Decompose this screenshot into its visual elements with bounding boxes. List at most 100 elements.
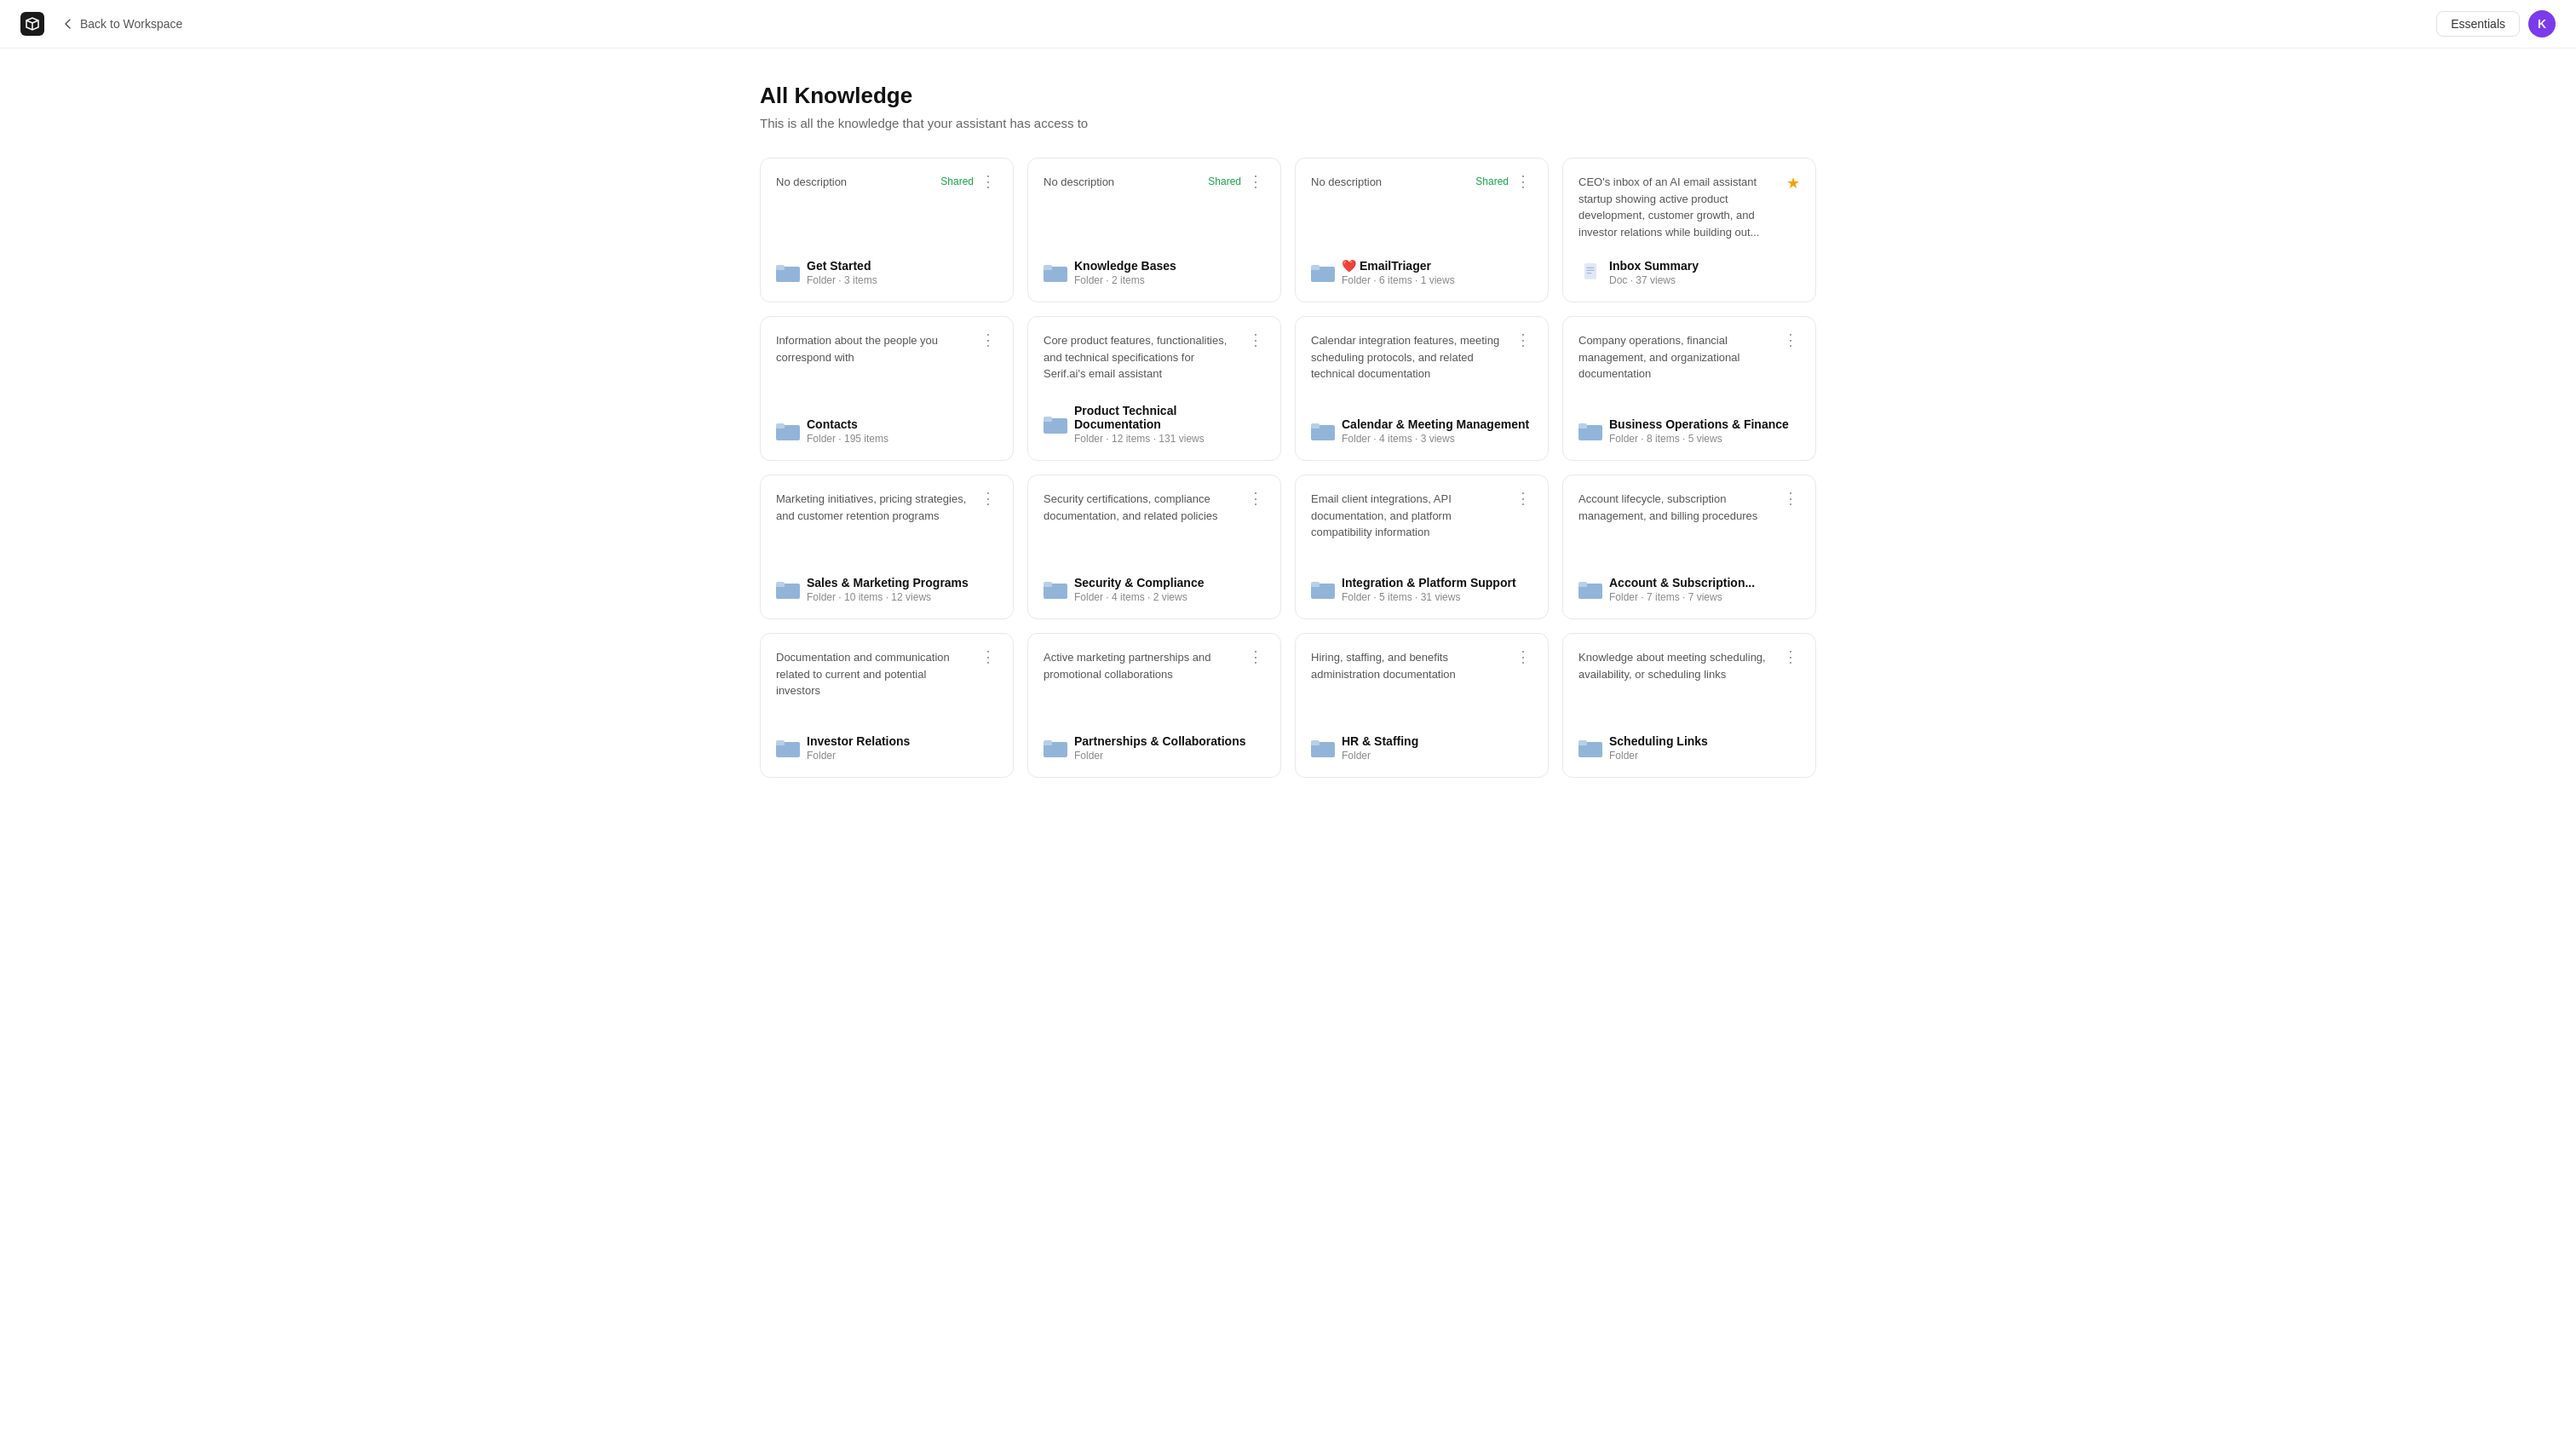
card-actions: ★ (1786, 174, 1800, 193)
folder-icon (1578, 422, 1602, 440)
card-bottom: Partnerships & Collaborations Folder (1044, 734, 1265, 762)
card-info: Contacts Folder · 195 items (807, 417, 888, 445)
card-actions: Shared ⋮ (940, 174, 998, 189)
card-product-technical-documentation[interactable]: Core product features, functionalities, … (1027, 316, 1281, 461)
card-top: Hiring, staffing, and benefits administr… (1311, 649, 1532, 682)
more-menu-icon[interactable]: ⋮ (1781, 649, 1800, 664)
card-actions: ⋮ (1246, 332, 1265, 348)
card-bottom: HR & Staffing Folder (1311, 734, 1532, 762)
folder-icon (1578, 580, 1602, 599)
more-menu-icon[interactable]: ⋮ (979, 649, 998, 664)
card-email-triager[interactable]: No description Shared ⋮ ❤️ EmailTriager … (1295, 158, 1549, 302)
card-inbox-summary[interactable]: CEO's inbox of an AI email assistant sta… (1562, 158, 1816, 302)
card-info: HR & Staffing Folder (1342, 734, 1418, 762)
card-description: CEO's inbox of an AI email assistant sta… (1578, 174, 1786, 240)
shared-badge: Shared (1475, 175, 1509, 187)
card-meta: Folder · 7 items · 7 views (1609, 591, 1755, 603)
more-menu-icon[interactable]: ⋮ (1246, 649, 1265, 664)
more-menu-icon[interactable]: ⋮ (1246, 332, 1265, 348)
card-name: Business Operations & Finance (1609, 417, 1789, 431)
folder-icon (1311, 422, 1335, 440)
card-top: No description Shared ⋮ (776, 174, 998, 191)
card-name: Sales & Marketing Programs (807, 576, 969, 589)
card-bottom: ❤️ EmailTriager Folder · 6 items · 1 vie… (1311, 259, 1532, 286)
card-top: Account lifecycle, subscription manageme… (1578, 491, 1800, 524)
card-meta: Folder (807, 750, 910, 762)
card-calendar-meeting-management[interactable]: Calendar integration features, meeting s… (1295, 316, 1549, 461)
avatar[interactable]: K (2528, 10, 2556, 37)
more-menu-icon[interactable]: ⋮ (1781, 332, 1800, 348)
card-meta: Folder · 4 items · 3 views (1342, 433, 1529, 445)
card-meta: Folder · 195 items (807, 433, 888, 445)
svg-rect-22 (1311, 423, 1320, 427)
card-name: Account & Subscription... (1609, 576, 1755, 589)
card-name: Inbox Summary (1609, 259, 1699, 273)
card-knowledge-bases[interactable]: No description Shared ⋮ Knowledge Bases … (1027, 158, 1281, 302)
app-header: Back to Workspace Essentials K (0, 0, 2576, 49)
folder-icon (1044, 739, 1067, 757)
more-menu-icon[interactable]: ⋮ (979, 332, 998, 348)
card-actions: Shared ⋮ (1208, 174, 1265, 189)
card-info: Scheduling Links Folder (1609, 734, 1708, 762)
card-actions: ⋮ (1514, 491, 1532, 506)
more-menu-icon[interactable]: ⋮ (1514, 491, 1532, 506)
card-security-compliance[interactable]: Security certifications, compliance docu… (1027, 474, 1281, 619)
card-name: Calendar & Meeting Management (1342, 417, 1529, 431)
card-business-operations-finance[interactable]: Company operations, financial management… (1562, 316, 1816, 461)
card-top: Marketing initiatives, pricing strategie… (776, 491, 998, 524)
essentials-button[interactable]: Essentials (2436, 11, 2520, 37)
card-partnerships-collaborations[interactable]: Active marketing partnerships and promot… (1027, 633, 1281, 778)
card-info: Investor Relations Folder (807, 734, 910, 762)
svg-rect-46 (1311, 740, 1320, 744)
more-menu-icon[interactable]: ⋮ (1246, 491, 1265, 506)
card-description: Company operations, financial management… (1578, 332, 1781, 382)
card-info: Account & Subscription... Folder · 7 ite… (1609, 576, 1755, 603)
card-sales-marketing-programs[interactable]: Marketing initiatives, pricing strategie… (760, 474, 1014, 619)
svg-rect-34 (1311, 582, 1320, 585)
card-get-started[interactable]: No description Shared ⋮ Get Started Fold… (760, 158, 1014, 302)
card-actions: ⋮ (1514, 649, 1532, 664)
card-bottom: Inbox Summary Doc · 37 views (1578, 259, 1800, 286)
card-top: No description Shared ⋮ (1044, 174, 1265, 191)
shared-badge: Shared (1208, 175, 1241, 187)
card-hr-staffing[interactable]: Hiring, staffing, and benefits administr… (1295, 633, 1549, 778)
back-button[interactable]: Back to Workspace (55, 14, 189, 34)
back-label: Back to Workspace (80, 17, 182, 31)
more-menu-icon[interactable]: ⋮ (1514, 174, 1532, 189)
folder-icon (1044, 415, 1067, 434)
card-description: Core product features, functionalities, … (1044, 332, 1246, 382)
card-info: ❤️ EmailTriager Folder · 6 items · 1 vie… (1342, 259, 1455, 286)
more-menu-icon[interactable]: ⋮ (1246, 174, 1265, 189)
card-meta: Folder · 6 items · 1 views (1342, 274, 1455, 286)
card-info: Inbox Summary Doc · 37 views (1609, 259, 1699, 286)
card-description: Documentation and communication related … (776, 649, 979, 699)
card-info: Calendar & Meeting Management Folder · 4… (1342, 417, 1529, 445)
card-investor-relations[interactable]: Documentation and communication related … (760, 633, 1014, 778)
more-menu-icon[interactable]: ⋮ (1514, 649, 1532, 664)
card-top: CEO's inbox of an AI email assistant sta… (1578, 174, 1800, 240)
folder-icon (776, 263, 800, 282)
card-account-subscription[interactable]: Account lifecycle, subscription manageme… (1562, 474, 1816, 619)
card-meta: Folder (1609, 750, 1708, 762)
card-integration-platform-support[interactable]: Email client integrations, API documenta… (1295, 474, 1549, 619)
card-top: No description Shared ⋮ (1311, 174, 1532, 191)
card-top: Documentation and communication related … (776, 649, 998, 699)
doc-icon (1578, 263, 1602, 282)
card-contacts[interactable]: Information about the people you corresp… (760, 316, 1014, 461)
more-menu-icon[interactable]: ⋮ (1514, 332, 1532, 348)
card-bottom: Integration & Platform Support Folder · … (1311, 576, 1532, 603)
card-description: No description (1044, 174, 1208, 191)
svg-rect-6 (1044, 265, 1052, 268)
more-menu-icon[interactable]: ⋮ (979, 491, 998, 506)
card-top: Calendar integration features, meeting s… (1311, 332, 1532, 382)
more-menu-icon[interactable]: ⋮ (979, 174, 998, 189)
svg-rect-49 (1578, 740, 1587, 744)
card-name: Product Technical Documentation (1074, 404, 1265, 431)
card-top: Security certifications, compliance docu… (1044, 491, 1265, 524)
cards-grid: No description Shared ⋮ Get Started Fold… (760, 158, 1816, 778)
card-name: Partnerships & Collaborations (1074, 734, 1245, 748)
card-bottom: Scheduling Links Folder (1578, 734, 1800, 762)
more-menu-icon[interactable]: ⋮ (1781, 491, 1800, 506)
svg-rect-43 (1044, 740, 1052, 744)
card-scheduling-links[interactable]: Knowledge about meeting scheduling, avai… (1562, 633, 1816, 778)
